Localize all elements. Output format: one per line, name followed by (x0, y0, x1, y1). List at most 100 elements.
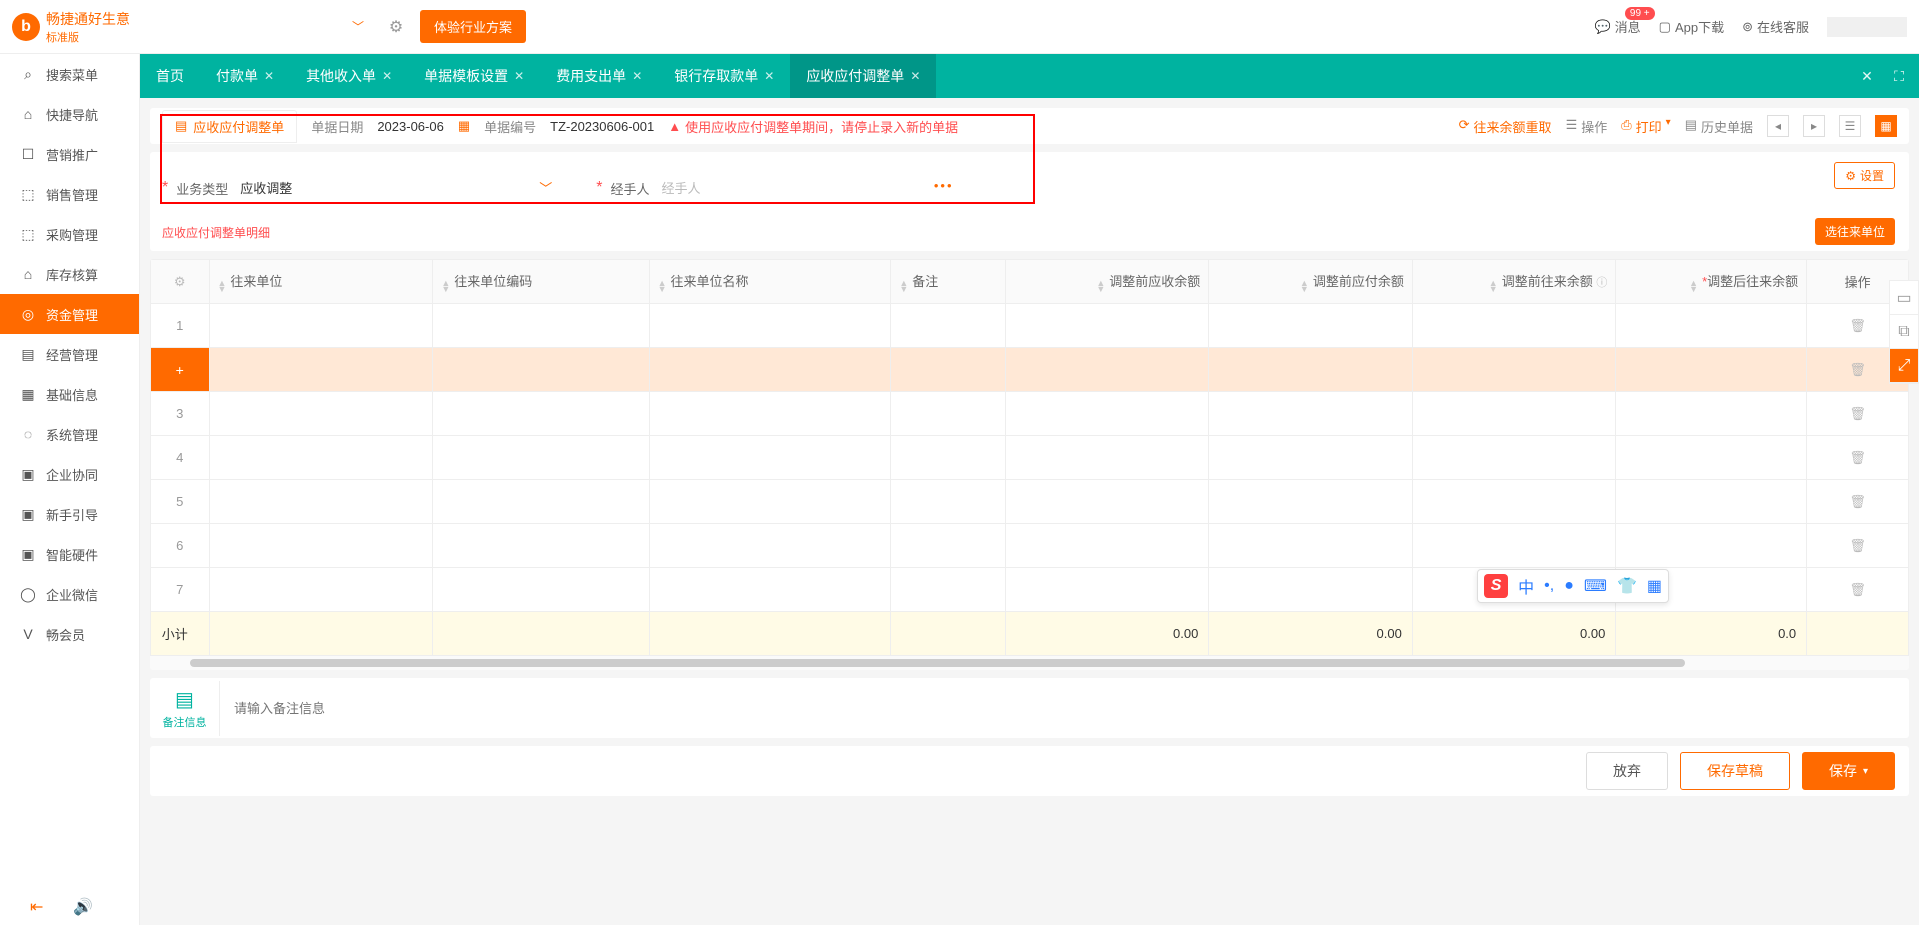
tab-close-icon[interactable]: ✕ (910, 69, 920, 83)
cell[interactable] (1209, 524, 1413, 568)
more-icon[interactable]: ••• (934, 178, 954, 197)
tab-close-icon[interactable]: ✕ (514, 69, 524, 83)
select-unit-button[interactable]: 选往来单位 (1815, 218, 1895, 245)
tab-close-icon[interactable]: ✕ (382, 69, 392, 83)
sidebar-item[interactable]: ⌂库存核算 (0, 254, 139, 294)
history-button[interactable]: ▤历史单据 (1685, 117, 1753, 136)
cell[interactable] (433, 348, 649, 392)
cell[interactable] (891, 392, 1005, 436)
view-list-icon[interactable]: ☰ (1839, 115, 1861, 137)
sidebar-item[interactable]: ☐营销推广 (0, 134, 139, 174)
cell[interactable] (1412, 480, 1616, 524)
cell[interactable] (1209, 348, 1413, 392)
ime-skin-icon[interactable]: 👕 (1617, 576, 1637, 596)
scrollbar-thumb[interactable] (190, 659, 1685, 667)
industry-cta-button[interactable]: 体验行业方案 (420, 10, 526, 43)
table-row[interactable]: 3🗑 (151, 392, 1909, 436)
sidebar-item[interactable]: ⌂快捷导航 (0, 94, 139, 134)
cell[interactable] (891, 568, 1005, 612)
operations-dropdown[interactable]: ☰操作 (1566, 117, 1608, 136)
row-delete[interactable]: 🗑 (1807, 524, 1909, 568)
tab[interactable]: 单据模板设置✕ (408, 54, 540, 98)
cell[interactable] (1616, 480, 1807, 524)
close-all-icon[interactable]: ✕ (1855, 64, 1879, 88)
add-row-icon[interactable]: + (170, 360, 190, 380)
calendar-icon[interactable]: ▦ (458, 118, 470, 134)
cell[interactable] (1616, 436, 1807, 480)
sidebar-item[interactable]: V畅会员 (0, 614, 139, 654)
cell[interactable] (1209, 480, 1413, 524)
handler-input[interactable]: 经手人 ••• (658, 172, 958, 204)
date-value[interactable]: 2023-06-06 (377, 119, 444, 134)
tab-close-icon[interactable]: ✕ (764, 69, 774, 83)
cell[interactable] (209, 568, 433, 612)
cell[interactable] (891, 524, 1005, 568)
biz-type-select[interactable]: 应收调整 ﹀ (236, 172, 556, 204)
cell[interactable] (209, 436, 433, 480)
cell[interactable] (891, 304, 1005, 348)
cell[interactable] (1005, 392, 1209, 436)
cell[interactable] (1005, 568, 1209, 612)
sidebar-item[interactable]: ▤经营管理 (0, 334, 139, 374)
sidebar-item[interactable]: ⌕搜索菜单 (0, 54, 139, 94)
cell[interactable] (649, 348, 891, 392)
horizontal-scrollbar[interactable] (150, 656, 1909, 670)
cell[interactable] (433, 436, 649, 480)
ime-punct-icon[interactable]: •, (1544, 577, 1554, 595)
sidebar-item[interactable]: ⬚销售管理 (0, 174, 139, 214)
regrab-balance-button[interactable]: ⟳往来余额重取 (1459, 117, 1552, 136)
col-pre-recv[interactable]: ▲▼调整前应收余额 (1005, 260, 1209, 304)
sidebar-item[interactable]: ▣智能硬件 (0, 534, 139, 574)
col-settings[interactable]: ⚙ (151, 260, 210, 304)
remarks-input[interactable] (220, 701, 1909, 716)
sidebar-item[interactable]: ⬚采购管理 (0, 214, 139, 254)
info-icon[interactable]: ⓘ (1596, 277, 1607, 289)
save-button[interactable]: 保存▾ (1802, 752, 1895, 790)
table-row[interactable]: 6🗑 (151, 524, 1909, 568)
cell[interactable] (1005, 524, 1209, 568)
tool-expand-icon[interactable]: ⤢ (1890, 349, 1918, 383)
table-row[interactable]: 4🗑 (151, 436, 1909, 480)
sidebar-item[interactable]: ◎资金管理 (0, 294, 139, 334)
ime-mic-icon[interactable]: ● (1564, 577, 1574, 595)
cell[interactable] (433, 568, 649, 612)
tool-note-icon[interactable]: ▭ (1890, 281, 1918, 315)
col-post-bal[interactable]: ▲▼*调整后往来余额 (1616, 260, 1807, 304)
save-draft-button[interactable]: 保存草稿 (1680, 752, 1790, 790)
ime-keyboard-icon[interactable]: ⌨ (1584, 576, 1607, 596)
cell[interactable] (433, 480, 649, 524)
next-page-icon[interactable]: ▸ (1803, 115, 1825, 137)
col-unit-name[interactable]: ▲▼往来单位名称 (649, 260, 891, 304)
col-pre-bal[interactable]: ▲▼调整前往来余额 ⓘ (1412, 260, 1616, 304)
cell[interactable] (433, 304, 649, 348)
cell[interactable] (1412, 524, 1616, 568)
cell[interactable] (1209, 436, 1413, 480)
cell[interactable] (1412, 392, 1616, 436)
cell[interactable] (649, 436, 891, 480)
company-select[interactable]: ﹀ (172, 11, 372, 43)
app-download-link[interactable]: ▢ App下载 (1659, 17, 1724, 36)
row-delete[interactable]: 🗑 (1807, 568, 1909, 612)
cell[interactable] (1412, 348, 1616, 392)
cell[interactable] (1209, 304, 1413, 348)
tool-attach-icon[interactable]: ⧉ (1890, 315, 1918, 349)
col-pre-pay[interactable]: ▲▼调整前应付余额 (1209, 260, 1413, 304)
collapse-icon[interactable]: ⇤ (30, 897, 43, 917)
cell[interactable] (209, 348, 433, 392)
cell[interactable] (433, 392, 649, 436)
ime-lang-toggle[interactable]: 中 (1518, 574, 1534, 598)
tab[interactable]: 付款单✕ (200, 54, 290, 98)
cell[interactable] (891, 436, 1005, 480)
print-dropdown[interactable]: ⎙打印▾ (1621, 117, 1670, 136)
cell[interactable] (1209, 568, 1413, 612)
cell[interactable] (1616, 304, 1807, 348)
form-settings-button[interactable]: ⚙设置 (1834, 162, 1895, 189)
ime-toolbar[interactable]: S 中 •, ● ⌨ 👕 ▦ (1477, 569, 1669, 603)
cell[interactable] (1412, 304, 1616, 348)
cell[interactable] (1005, 304, 1209, 348)
sidebar-item[interactable]: ▦基础信息 (0, 374, 139, 414)
tab[interactable]: 应收应付调整单✕ (790, 54, 936, 98)
cell[interactable] (1005, 436, 1209, 480)
doc-type-tab[interactable]: ▤ 应收应付调整单 (162, 110, 297, 143)
cell[interactable] (891, 348, 1005, 392)
